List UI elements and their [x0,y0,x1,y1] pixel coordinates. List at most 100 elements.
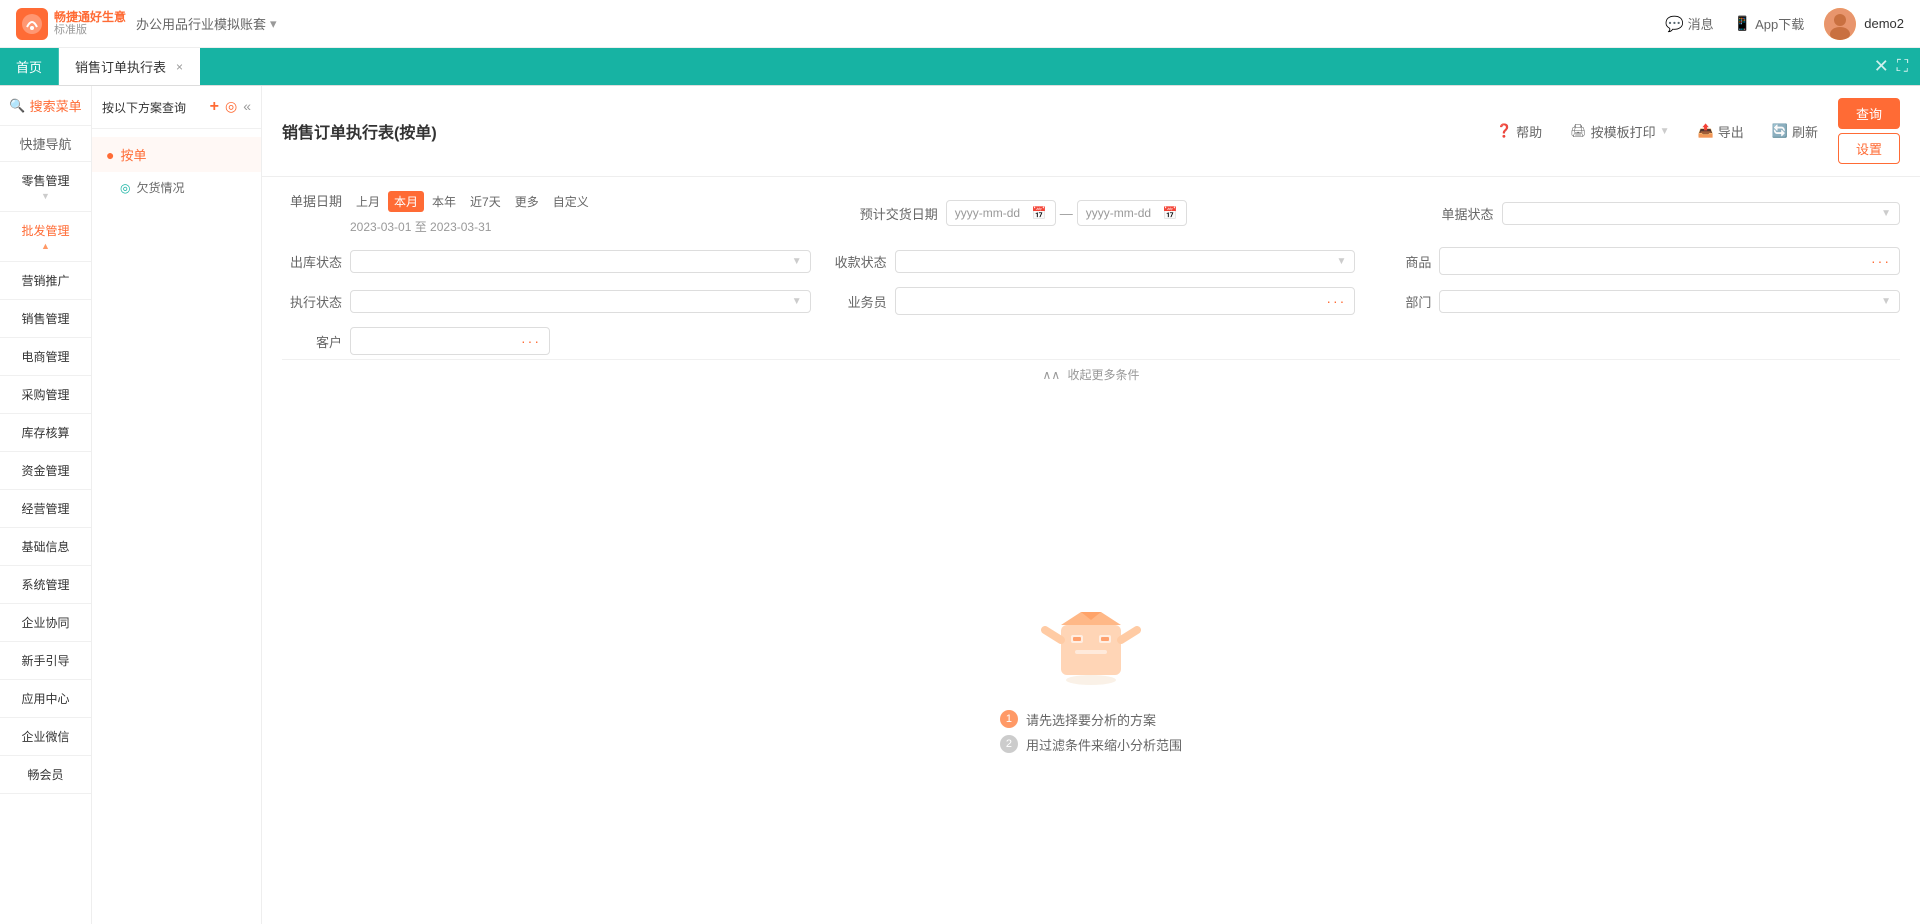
doc-status-arrow-icon: ▼ [1881,208,1891,219]
exec-status-select[interactable]: ▼ [350,290,811,313]
help-btn[interactable]: ❓ 帮助 [1488,118,1550,145]
payment-status-select[interactable]: ▼ [895,250,1356,273]
empty-svg-icon [1031,570,1151,690]
dept-select[interactable]: ▼ [1439,290,1900,313]
doc-status-label: 单据状态 [1434,204,1494,223]
breadcrumb: 办公用品行业模拟账套 ▾ [136,14,277,33]
left-panel-header-actions: + ◎ « [210,98,251,116]
sidebar-item-newbie[interactable]: 新手引导 [0,642,91,679]
tab-sales-order[interactable]: 销售订单执行表 × [59,48,200,85]
main-layout: 🔍 搜索菜单 快捷导航 零售管理 ▼ 批发管理 ▲ 营销推广 销售管理 [0,86,1920,924]
sidebar-item-sales-label: 销售管理 [21,310,69,327]
sidebar-item-member[interactable]: 畅会员 [0,756,91,793]
maximize-icon[interactable]: ⛶ [1897,58,1908,76]
top-bar: 畅捷通好生意 标准版 办公用品行业模拟账套 ▾ 💬 消息 📱 App下载 [0,0,1920,48]
sidebar-section-purchase: 采购管理 [0,376,91,414]
avatar [1824,8,1856,40]
payment-status-filter: 收款状态 ▼ [827,250,1356,273]
left-panel-collapse-btn[interactable]: « [243,98,251,116]
date-range-hint: 2023-03-01 至 2023-03-31 [350,218,595,235]
breadcrumb-arrow-icon[interactable]: ▾ [270,16,277,32]
tab-close-icon[interactable]: × [176,60,183,74]
export-btn[interactable]: 📤 导出 [1690,118,1752,145]
order-item-label: 按单 [120,145,146,164]
search-settings-group: 查询 设置 [1838,98,1900,164]
customer-label: 客户 [282,332,342,351]
date-tab-this-month[interactable]: 本月 [388,191,424,212]
customer-select[interactable]: ··· [350,327,550,355]
salesperson-dots-icon: ··· [1326,293,1346,309]
delivery-status-filter: 出库状态 ▼ [282,250,811,273]
refresh-btn[interactable]: 🔄 刷新 [1764,118,1826,145]
sidebar-item-operation-label: 经营管理 [21,500,69,517]
sidebar-item-wechat[interactable]: 企业微信 [0,718,91,755]
sidebar-item-marketing[interactable]: 营销推广 [0,262,91,299]
sidebar-item-retail[interactable]: 零售管理 ▼ [0,162,91,211]
sidebar-item-appstore[interactable]: 应用中心 [0,680,91,717]
product-select[interactable]: ··· [1439,247,1900,275]
date-tab-this-year[interactable]: 本年 [426,191,462,212]
message-btn[interactable]: 💬 消息 [1665,14,1714,33]
sidebar-section-system: 系统管理 [0,566,91,604]
sidebar-item-operation[interactable]: 经营管理 [0,490,91,527]
date-tab-last-month[interactable]: 上月 [350,191,386,212]
print-icon: 🖨 [1570,123,1587,139]
sidebar-item-system[interactable]: 系统管理 [0,566,91,603]
sidebar-item-enterprise[interactable]: 企业协同 [0,604,91,641]
date-filter-group: 单据日期 上月 本月 本年 近7天 更多 自定义 2023-03-01 至 20… [282,191,842,235]
date-tab-custom[interactable]: 自定义 [547,191,595,212]
filter-area: 单据日期 上月 本月 本年 近7天 更多 自定义 2023-03-01 至 20… [262,177,1920,399]
sidebar-item-inventory[interactable]: 库存核算 [0,414,91,451]
doc-status-select[interactable]: ▼ [1502,202,1900,225]
sidebar-item-ecommerce-label: 电商管理 [21,348,69,365]
export-label: 导出 [1718,122,1744,141]
left-panel-item-order[interactable]: ● 按单 [92,137,261,172]
exec-status-arrow-icon: ▼ [792,296,802,307]
top-bar-right: 💬 消息 📱 App下载 demo2 [1665,8,1904,40]
expected-date-end-input[interactable]: yyyy-mm-dd 📅 [1077,200,1187,226]
sidebar-item-basic[interactable]: 基础信息 [0,528,91,565]
search-btn[interactable]: 查询 [1838,98,1900,129]
active-tab-label: 销售订单执行表 [75,57,166,76]
date-tabs: 上月 本月 本年 近7天 更多 自定义 [350,191,595,212]
sidebar-item-sales[interactable]: 销售管理 [0,300,91,337]
left-panel-edit-btn[interactable]: ◎ [225,98,237,116]
left-panel-add-btn[interactable]: + [210,98,219,116]
print-btn[interactable]: 🖨 按模板打印 ▼ [1562,118,1677,145]
sidebar-item-retail-label: 零售管理 [21,172,69,189]
filter-row-3: 执行状态 ▼ 业务员 ··· 部门 ▼ [282,287,1900,315]
settings-btn[interactable]: 设置 [1838,133,1900,164]
sidebar-item-ecommerce[interactable]: 电商管理 [0,338,91,375]
salesperson-select[interactable]: ··· [895,287,1356,315]
user-area[interactable]: demo2 [1824,8,1904,40]
user-name: demo2 [1864,16,1904,31]
date-tab-more[interactable]: 更多 [509,191,545,212]
collapse-conditions-btn[interactable]: ∧∧ 收起更多条件 [282,359,1900,389]
left-panel-item-debt[interactable]: ◎ 欠货情况 [92,172,261,203]
refresh-icon: 🔄 [1772,123,1788,139]
sidebar-section-sales: 销售管理 [0,300,91,338]
date-filter-content: 上月 本月 本年 近7天 更多 自定义 2023-03-01 至 2023-03… [350,191,595,235]
sidebar-item-wholesale[interactable]: 批发管理 ▲ [0,212,91,261]
sidebar-section-appstore: 应用中心 [0,680,91,718]
collapse-chevron-icon: ∧∧ [1043,368,1061,382]
close-window-icon[interactable]: ✕ [1874,56,1889,77]
sidebar-item-wholesale-label: 批发管理 [21,222,69,239]
top-bar-left: 畅捷通好生意 标准版 办公用品行业模拟账套 ▾ [16,8,277,40]
collapse-label: 收起更多条件 [1067,368,1139,382]
sidebar-section-marketing: 营销推广 [0,262,91,300]
app-download-btn[interactable]: 📱 App下载 [1734,14,1805,33]
expected-date-start-input[interactable]: yyyy-mm-dd 📅 [946,200,1056,226]
delivery-status-select[interactable]: ▼ [350,250,811,273]
tab-home[interactable]: 首页 [0,48,59,85]
sidebar-item-purchase[interactable]: 采购管理 [0,376,91,413]
date-tab-7days[interactable]: 近7天 [464,191,507,212]
sidebar-search[interactable]: 🔍 搜索菜单 [0,86,91,126]
sidebar-section-basic: 基础信息 [0,528,91,566]
empty-step-2: 2 用过滤条件来缩小分析范围 [1000,735,1182,754]
sidebar-section-wholesale: 批发管理 ▲ [0,212,91,262]
sidebar-item-finance[interactable]: 资金管理 [0,452,91,489]
sidebar-item-inventory-label: 库存核算 [21,424,69,441]
empty-steps: 1 请先选择要分析的方案 2 用过滤条件来缩小分析范围 [1000,710,1182,754]
sidebar-quick-nav[interactable]: 快捷导航 [0,126,91,162]
